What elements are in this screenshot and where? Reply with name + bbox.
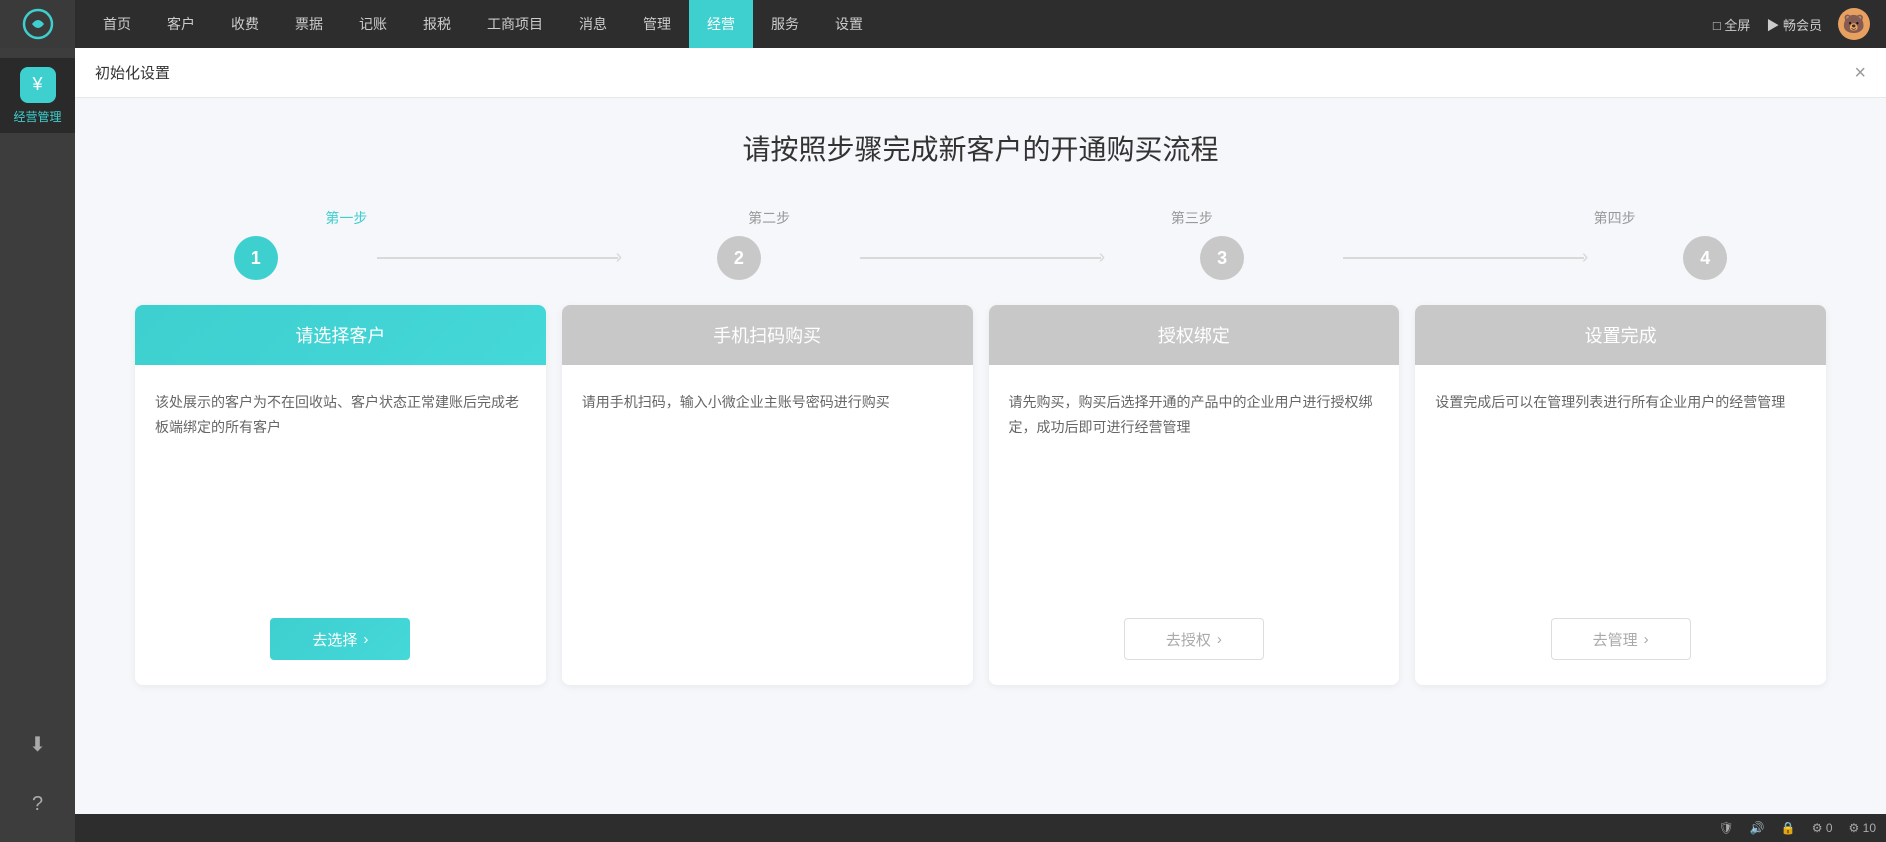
card-body-2: 请用手机扫码，输入小微企业主账号密码进行购买 bbox=[562, 365, 973, 645]
nav-tax[interactable]: 报税 bbox=[405, 0, 469, 48]
nav-invoice[interactable]: 票据 bbox=[277, 0, 341, 48]
card-btn-label-4: 去管理 bbox=[1593, 629, 1638, 650]
step-label-3: 第三步 bbox=[981, 208, 1404, 228]
nav-home[interactable]: 首页 bbox=[85, 0, 149, 48]
membership-btn[interactable]: ▶ 畅会员 bbox=[1766, 15, 1822, 34]
card-btn-1[interactable]: 去选择 › bbox=[270, 618, 410, 660]
sidebar: ¥ 经营管理 ⬇ ? bbox=[0, 48, 75, 842]
wizard-title: 请按照步骤完成新客户的开通购买流程 bbox=[135, 128, 1826, 168]
nav-settings[interactable]: 设置 bbox=[817, 0, 881, 48]
step-label-1: 第一步 bbox=[135, 208, 558, 228]
card-body-text-2: 请用手机扫码，输入小微企业主账号密码进行购买 bbox=[582, 394, 890, 410]
card-body-text-4: 设置完成后可以在管理列表进行所有企业用户的经营管理 bbox=[1435, 394, 1785, 410]
nav-accounting[interactable]: 记账 bbox=[341, 0, 405, 48]
card-title-2: 手机扫码购买 bbox=[713, 322, 821, 348]
top-navigation: 首页 客户 收费 票据 记账 报税 工商项目 消息 管理 经营 服务 设置 □ … bbox=[0, 0, 1886, 48]
card-step3: 授权绑定 请先购买，购买后选择开通的产品中的企业用户进行授权绑定，成功后即可进行… bbox=[989, 305, 1400, 685]
card-btn-label-1: 去选择 bbox=[312, 629, 357, 650]
nav-service[interactable]: 服务 bbox=[753, 0, 817, 48]
step-line-1 bbox=[377, 257, 619, 259]
card-body-4: 设置完成后可以在管理列表进行所有企业用户的经营管理 bbox=[1415, 365, 1826, 603]
nav-manage[interactable]: 管理 bbox=[625, 0, 689, 48]
operation-icon: ¥ bbox=[20, 67, 56, 103]
step-nodes: 1 2 3 4 bbox=[135, 236, 1826, 280]
nav-business[interactable]: 工商项目 bbox=[469, 0, 561, 48]
fullscreen-btn[interactable]: □ 全屏 bbox=[1713, 15, 1750, 34]
nav-message[interactable]: 消息 bbox=[561, 0, 625, 48]
card-body-text-1: 该处展示的客户为不在回收站、客户状态正常建账后完成老板端绑定的所有客户 bbox=[155, 394, 519, 435]
card-btn-4[interactable]: 去管理 › bbox=[1551, 618, 1691, 660]
sidebar-download-btn[interactable]: ⬇ bbox=[0, 717, 75, 772]
status-right: 🛡 🔊 🔒 ⚙ 0 ⚙ 10 bbox=[1719, 821, 1876, 835]
step-label-4: 第四步 bbox=[1403, 208, 1826, 228]
nav-customer[interactable]: 客户 bbox=[149, 0, 213, 48]
card-step1: 请选择客户 该处展示的客户为不在回收站、客户状态正常建账后完成老板端绑定的所有客… bbox=[135, 305, 546, 685]
sidebar-item-label: 经营管理 bbox=[13, 108, 61, 125]
card-btn-arrow-3: › bbox=[1217, 631, 1222, 648]
lock-icon: 🔒 bbox=[1781, 821, 1796, 835]
card-body-text-3: 请先购买，购买后选择开通的产品中的企业用户进行授权绑定，成功后即可进行经营管理 bbox=[1009, 394, 1373, 435]
wizard-area: 请按照步骤完成新客户的开通购买流程 第一步 第二步 第三步 第四步 1 2 3 … bbox=[75, 98, 1886, 814]
page-title: 初始化设置 bbox=[95, 62, 170, 83]
sidebar-item-operation[interactable]: ¥ 经营管理 bbox=[0, 58, 75, 133]
shield-icon: 🛡 bbox=[1719, 821, 1734, 835]
step-node-2: 2 bbox=[717, 236, 761, 280]
settings-0-icon: ⚙ 0 bbox=[1812, 821, 1833, 835]
sidebar-help-btn[interactable]: ? bbox=[0, 777, 75, 832]
step-line-3 bbox=[1343, 257, 1585, 259]
avatar[interactable]: 🐻 bbox=[1838, 8, 1870, 40]
step-label-2: 第二步 bbox=[558, 208, 981, 228]
card-footer-4: 去管理 › bbox=[1415, 603, 1826, 685]
card-btn-arrow-1: › bbox=[363, 631, 368, 648]
nav-right: □ 全屏 ▶ 畅会员 🐻 bbox=[1713, 8, 1886, 40]
main-content: 初始化设置 × 请按照步骤完成新客户的开通购买流程 第一步 第二步 第三步 第四… bbox=[75, 48, 1886, 814]
close-button[interactable]: × bbox=[1854, 63, 1866, 83]
card-title-4: 设置完成 bbox=[1585, 322, 1657, 348]
card-step2: 手机扫码购买 请用手机扫码，输入小微企业主账号密码进行购买 bbox=[562, 305, 973, 685]
settings-10-icon: ⚙ 10 bbox=[1849, 821, 1876, 835]
card-step4: 设置完成 设置完成后可以在管理列表进行所有企业用户的经营管理 去管理 › bbox=[1415, 305, 1826, 685]
card-header-4: 设置完成 bbox=[1415, 305, 1826, 365]
card-header-1: 请选择客户 bbox=[135, 305, 546, 365]
card-header-3: 授权绑定 bbox=[989, 305, 1400, 365]
step-labels: 第一步 第二步 第三步 第四步 bbox=[135, 208, 1826, 228]
card-btn-arrow-4: › bbox=[1644, 631, 1649, 648]
step-line-2 bbox=[860, 257, 1102, 259]
app-logo bbox=[0, 0, 75, 48]
nav-links: 首页 客户 收费 票据 记账 报税 工商项目 消息 管理 经营 服务 设置 bbox=[75, 0, 1713, 48]
sidebar-bottom: ⬇ ? bbox=[0, 717, 75, 842]
card-title-3: 授权绑定 bbox=[1158, 322, 1230, 348]
step-node-3: 3 bbox=[1200, 236, 1244, 280]
page-header: 初始化设置 × bbox=[75, 48, 1886, 98]
card-footer-3: 去授权 › bbox=[989, 603, 1400, 685]
card-btn-label-3: 去授权 bbox=[1166, 629, 1211, 650]
card-footer-2 bbox=[562, 645, 973, 685]
nav-operation[interactable]: 经营 bbox=[689, 0, 753, 48]
step-node-1: 1 bbox=[234, 236, 278, 280]
status-bar: ▶ 完成 🛡 🔊 🔒 ⚙ 0 ⚙ 10 bbox=[0, 814, 1886, 842]
card-btn-3[interactable]: 去授权 › bbox=[1124, 618, 1264, 660]
volume-icon: 🔊 bbox=[1750, 821, 1765, 835]
card-footer-1: 去选择 › bbox=[135, 603, 546, 685]
nav-fee[interactable]: 收费 bbox=[213, 0, 277, 48]
card-body-1: 该处展示的客户为不在回收站、客户状态正常建账后完成老板端绑定的所有客户 bbox=[135, 365, 546, 603]
card-header-2: 手机扫码购买 bbox=[562, 305, 973, 365]
card-title-1: 请选择客户 bbox=[295, 322, 385, 348]
card-body-3: 请先购买，购买后选择开通的产品中的企业用户进行授权绑定，成功后即可进行经营管理 bbox=[989, 365, 1400, 603]
step-node-4: 4 bbox=[1683, 236, 1727, 280]
cards-container: 请选择客户 该处展示的客户为不在回收站、客户状态正常建账后完成老板端绑定的所有客… bbox=[135, 305, 1826, 685]
